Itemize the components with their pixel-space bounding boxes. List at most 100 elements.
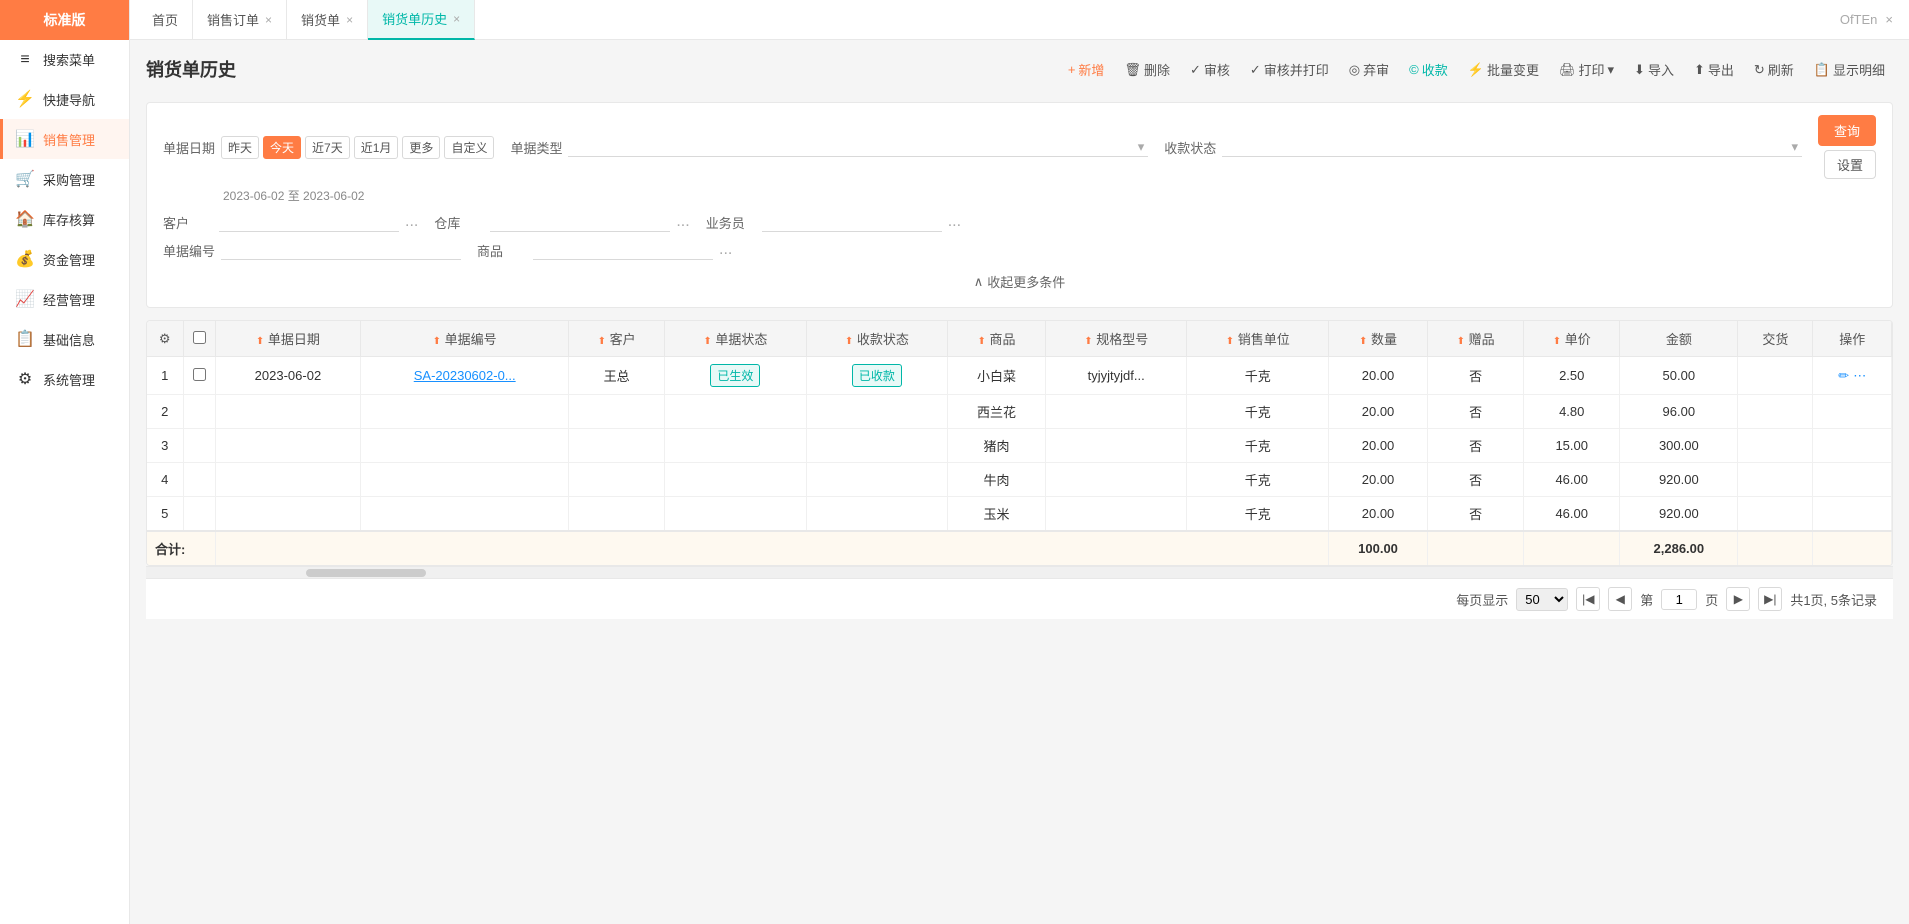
settings-button[interactable]: 设置 <box>1824 150 1876 179</box>
delete-button[interactable]: 🗑 删除 <box>1116 56 1178 83</box>
cell-doc-status <box>665 429 807 463</box>
horizontal-scrollbar[interactable] <box>146 566 1893 578</box>
topbar-close-btn[interactable]: × <box>1885 12 1893 27</box>
th-checkbox <box>183 321 215 357</box>
next-page-btn[interactable]: ▶ <box>1726 587 1750 611</box>
doc-no-link[interactable]: SA-20230602-0... <box>414 368 516 383</box>
tab-sales-order[interactable]: 销售订单 × <box>193 0 287 40</box>
doc-type-input[interactable] <box>568 137 1133 156</box>
page-number-input[interactable] <box>1661 589 1697 610</box>
th-unit[interactable]: ⬆ 销售单位 <box>1187 321 1329 357</box>
date-btn-yesterday[interactable]: 昨天 <box>221 136 259 159</box>
edit-btn[interactable]: ✏ <box>1838 368 1849 384</box>
import-button[interactable]: ⬇ 导入 <box>1626 56 1682 83</box>
date-btn-more[interactable]: 更多 <box>402 136 440 159</box>
th-actions: 操作 <box>1813 321 1892 357</box>
cell-unit-price: 4.80 <box>1524 395 1620 429</box>
cell-customer: 王总 <box>569 357 665 395</box>
th-date[interactable]: ⬆ 单据日期 <box>215 321 361 357</box>
refresh-button[interactable]: ↻ 刷新 <box>1746 56 1802 83</box>
collapse-button[interactable]: ∧ 收起更多条件 <box>163 268 1876 295</box>
th-spec[interactable]: ⬆ 规格型号 <box>1045 321 1187 357</box>
collect-button[interactable]: © 收款 <box>1401 56 1456 83</box>
date-btn-7days[interactable]: 近7天 <box>305 136 350 159</box>
sidebar-item-basic-info[interactable]: 📋 基础信息 <box>0 319 129 359</box>
query-button[interactable]: 查询 <box>1818 115 1876 146</box>
goods-input[interactable] <box>533 240 713 260</box>
sidebar-item-sales-mgmt[interactable]: 📊 销售管理 <box>0 119 129 159</box>
salesperson-input[interactable] <box>762 212 942 232</box>
main-area: 首页 销售订单 × 销货单 × 销货单历史 × OfTEn × 销货单历史 + <box>130 0 1909 924</box>
summary-quantity: 100.00 <box>1328 531 1427 565</box>
payment-status-filter: 收款状态 ▾ <box>1164 137 1802 157</box>
sidebar-item-label: 经营管理 <box>43 290 95 309</box>
sort-unit-icon: ⬆ <box>1226 336 1234 347</box>
show-detail-button[interactable]: 📋 显示明细 <box>1806 56 1893 83</box>
warehouse-dots[interactable]: ... <box>676 213 689 231</box>
date-btn-1month[interactable]: 近1月 <box>354 136 399 159</box>
cell-spec <box>1045 463 1187 497</box>
customer-dots[interactable]: ... <box>405 213 418 231</box>
sidebar-item-system-mgmt[interactable]: ⚙ 系统管理 <box>0 359 129 399</box>
filter-row-1: 单据日期 昨天 今天 近7天 近1月 更多 自定义 单据类型 ▾ <box>163 115 1876 179</box>
doc-no-input[interactable] <box>221 240 461 260</box>
finance-icon: 💰 <box>15 249 35 269</box>
select-all-checkbox[interactable] <box>193 331 206 344</box>
th-goods[interactable]: ⬆ 商品 <box>948 321 1046 357</box>
cell-payment-status: 已收款 <box>806 357 948 395</box>
th-payment-status[interactable]: ⬆ 收款状态 <box>806 321 948 357</box>
cell-goods: 西兰花 <box>948 395 1046 429</box>
per-page-select[interactable]: 50 100 200 <box>1516 588 1568 611</box>
more-btn[interactable]: ⋯ <box>1853 368 1866 384</box>
print-button[interactable]: 🖨 打印 ▾ <box>1551 56 1622 83</box>
batch-change-button[interactable]: ⚡ 批量变更 <box>1460 56 1547 83</box>
tab-sales-delivery-close[interactable]: × <box>346 13 353 27</box>
purchase-mgmt-icon: 🛒 <box>15 169 35 189</box>
doc-type-filter: 单据类型 ▾ <box>510 137 1148 157</box>
sidebar-item-finance[interactable]: 💰 资金管理 <box>0 239 129 279</box>
th-doc-no[interactable]: ⬆ 单据编号 <box>361 321 569 357</box>
doc-type-dropdown-icon[interactable]: ▾ <box>1134 139 1149 155</box>
date-btn-custom[interactable]: 自定义 <box>444 136 494 159</box>
warehouse-input[interactable] <box>490 212 670 232</box>
cell-delivery <box>1738 463 1813 497</box>
th-customer[interactable]: ⬆ 客户 <box>569 321 665 357</box>
tab-sales-history[interactable]: 销货单历史 × <box>368 0 475 40</box>
export-button[interactable]: ⬆ 导出 <box>1686 56 1742 83</box>
salesperson-dots[interactable]: ... <box>948 213 961 231</box>
scrollbar-thumb[interactable] <box>306 569 426 577</box>
sidebar-item-operations[interactable]: 📈 经营管理 <box>0 279 129 319</box>
cell-date <box>215 463 361 497</box>
tab-sales-delivery[interactable]: 销货单 × <box>287 0 368 40</box>
th-doc-status[interactable]: ⬆ 单据状态 <box>665 321 807 357</box>
abandon-button[interactable]: ◎ 弃审 <box>1341 56 1397 83</box>
tab-sales-order-close[interactable]: × <box>265 13 272 27</box>
first-page-btn[interactable]: |◀ <box>1576 587 1600 611</box>
goods-dots[interactable]: ... <box>719 241 732 259</box>
payment-status-input[interactable] <box>1222 137 1787 156</box>
cell-date <box>215 395 361 429</box>
cell-customer <box>569 463 665 497</box>
doc-no-label: 单据编号 <box>163 241 215 260</box>
sidebar-item-search-menu[interactable]: ≡ 搜索菜单 <box>0 40 129 79</box>
last-page-btn[interactable]: ▶| <box>1758 587 1782 611</box>
th-settings[interactable]: ⚙ <box>147 321 183 357</box>
sidebar-item-purchase-mgmt[interactable]: 🛒 采购管理 <box>0 159 129 199</box>
sidebar-item-quick-nav[interactable]: ⚡ 快捷导航 <box>0 79 129 119</box>
th-gift[interactable]: ⬆ 赠品 <box>1428 321 1524 357</box>
audit-button[interactable]: ✓ 审核 <box>1182 56 1238 83</box>
tab-sales-history-close[interactable]: × <box>453 12 460 26</box>
th-quantity[interactable]: ⬆ 数量 <box>1328 321 1427 357</box>
tab-home[interactable]: 首页 <box>138 0 193 40</box>
sidebar-item-inventory[interactable]: 🏠 库存核算 <box>0 199 129 239</box>
row-checkbox[interactable] <box>193 368 206 381</box>
prev-page-btn[interactable]: ◀ <box>1608 587 1632 611</box>
payment-status-dropdown-icon[interactable]: ▾ <box>1787 139 1802 155</box>
date-btn-today[interactable]: 今天 <box>263 136 301 159</box>
customer-input[interactable] <box>219 212 399 232</box>
add-button[interactable]: + 新增 <box>1060 56 1113 83</box>
cell-goods: 玉米 <box>948 497 1046 532</box>
table-wrapper: ⚙ ⬆ 单据日期 ⬆ 单据编号 ⬆ 客户 ⬆ 单据状态 ⬆ 收款状态 ⬆ 商品 … <box>146 320 1893 578</box>
th-unit-price[interactable]: ⬆ 单价 <box>1524 321 1620 357</box>
audit-print-button[interactable]: ✓ 审核并打印 <box>1242 56 1337 83</box>
